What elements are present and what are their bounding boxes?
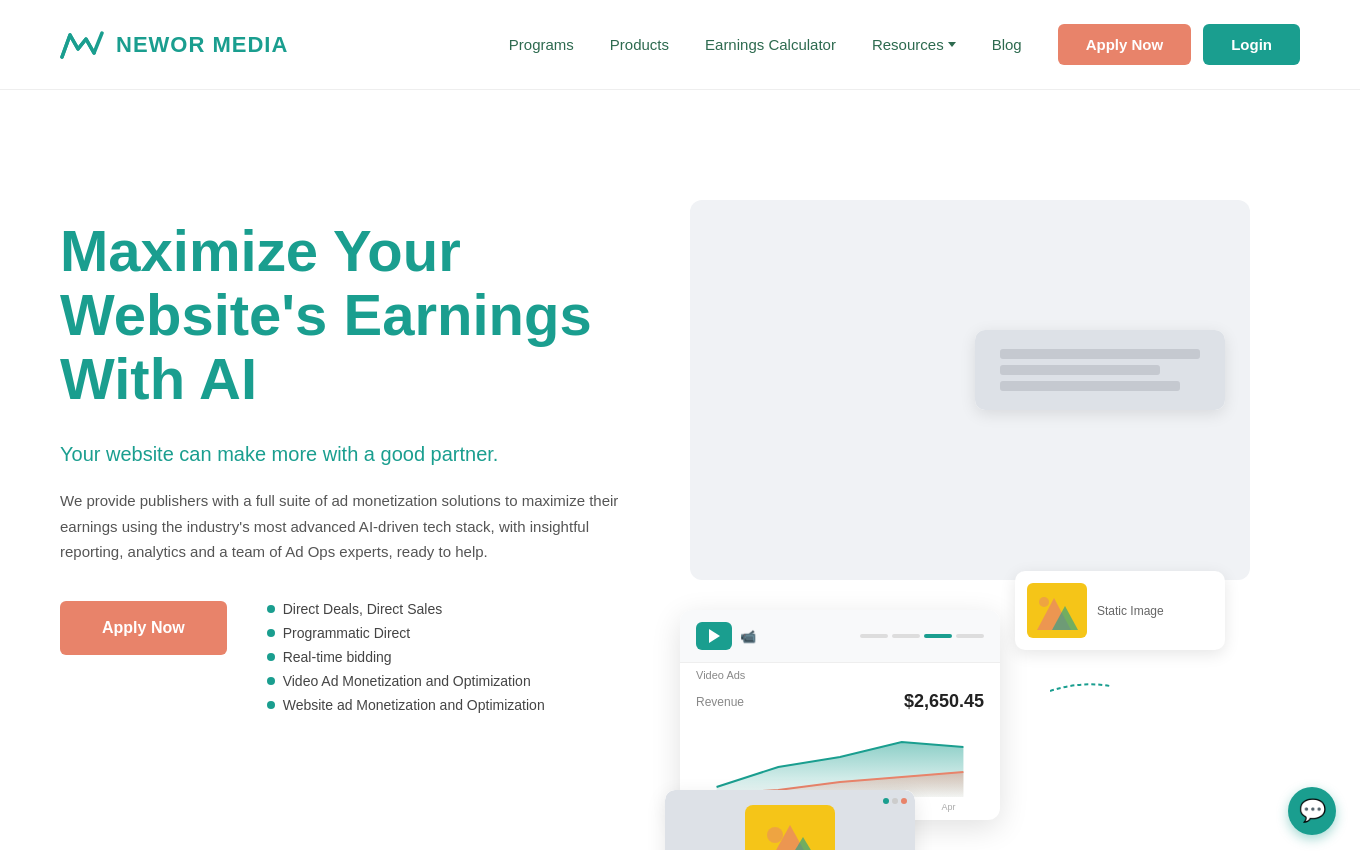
video-ads-icon — [696, 622, 732, 650]
list-item-label: Direct Deals, Direct Sales — [283, 601, 443, 617]
nav-products[interactable]: Products — [610, 36, 669, 53]
video-ads-cam: 📹 — [740, 629, 756, 644]
hero-body: We provide publishers with a full suite … — [60, 488, 620, 565]
list-item: Website ad Monetization and Optimization — [267, 697, 545, 713]
list-item-label: Website ad Monetization and Optimization — [283, 697, 545, 713]
nav-cta: Apply Now Login — [1058, 24, 1300, 65]
list-item-label: Programmatic Direct — [283, 625, 411, 641]
list-item-label: Real-time bidding — [283, 649, 392, 665]
revenue-value: $2,650.45 — [904, 691, 984, 712]
bullet-icon — [267, 677, 275, 685]
hero-headline: Maximize Your Website's Earnings With AI — [60, 219, 620, 410]
logo[interactable]: NEWOR MEDIA — [60, 29, 288, 61]
static-image-icon — [1032, 588, 1082, 633]
mountain-icon — [755, 815, 825, 850]
play-icon — [709, 629, 720, 643]
navbar: NEWOR MEDIA Programs Products Earnings C… — [0, 0, 1360, 90]
svg-point-2 — [767, 827, 783, 843]
revenue-label: Revenue — [696, 695, 744, 709]
nav-links: Programs Products Earnings Calculator Re… — [509, 36, 1022, 54]
hero-visual: 📹 Video Ads Revenue $2,650.45 — [660, 190, 1220, 750]
svg-point-5 — [1039, 597, 1049, 607]
dashboard-header: 📹 — [680, 610, 1000, 663]
bullet-icon — [267, 605, 275, 613]
list-item-label: Video Ad Monetization and Optimization — [283, 673, 531, 689]
image-placeholder-top — [745, 805, 835, 850]
video-ads-label: Video Ads — [680, 663, 1000, 681]
float-card-static-image: Static Image — [1015, 571, 1225, 650]
list-item: Real-time bidding — [267, 649, 545, 665]
scroll-indicator — [1050, 676, 1110, 700]
float-dots — [883, 798, 907, 804]
chat-bubble[interactable]: 💬 — [1288, 787, 1336, 835]
hero-bottom: Apply Now Direct Deals, Direct Sales Pro… — [60, 601, 620, 721]
float-card-image-area — [665, 790, 915, 850]
logo-icon — [60, 29, 108, 61]
list-item: Direct Deals, Direct Sales — [267, 601, 545, 617]
list-item: Programmatic Direct — [267, 625, 545, 641]
bullet-icon — [267, 629, 275, 637]
nav-blog[interactable]: Blog — [992, 36, 1022, 53]
hero-content: Maximize Your Website's Earnings With AI… — [60, 219, 660, 721]
dashboard-card: 📹 Video Ads Revenue $2,650.45 — [680, 610, 1000, 820]
chevron-down-icon — [948, 42, 956, 47]
nav-programs[interactable]: Programs — [509, 36, 574, 53]
logo-text: NEWOR MEDIA — [116, 32, 288, 58]
hero-subheadline: Your website can make more with a good p… — [60, 440, 620, 468]
float-card-top — [665, 790, 915, 850]
bullet-icon — [267, 701, 275, 709]
hero-feature-list: Direct Deals, Direct Sales Programmatic … — [267, 601, 545, 721]
apply-now-hero-button[interactable]: Apply Now — [60, 601, 227, 655]
scroll-line-icon — [1050, 676, 1110, 696]
chat-icon: 💬 — [1299, 798, 1326, 824]
float-card-middle-image — [975, 330, 1225, 410]
nav-earnings-calculator[interactable]: Earnings Calculator — [705, 36, 836, 53]
bullet-icon — [267, 653, 275, 661]
hero-section: Maximize Your Website's Earnings With AI… — [0, 90, 1360, 850]
list-item: Video Ad Monetization and Optimization — [267, 673, 545, 689]
nav-resources[interactable]: Resources — [872, 36, 956, 53]
static-image-mini — [1027, 583, 1087, 638]
login-button[interactable]: Login — [1203, 24, 1300, 65]
apply-now-nav-button[interactable]: Apply Now — [1058, 24, 1192, 65]
static-image-label: Static Image — [1097, 604, 1164, 618]
dashboard-dots — [860, 634, 984, 638]
float-card-middle — [975, 330, 1225, 410]
chart-x-apr: Apr — [941, 802, 955, 812]
ui-skeleton — [1000, 349, 1200, 391]
revenue-row: Revenue $2,650.45 — [680, 681, 1000, 722]
